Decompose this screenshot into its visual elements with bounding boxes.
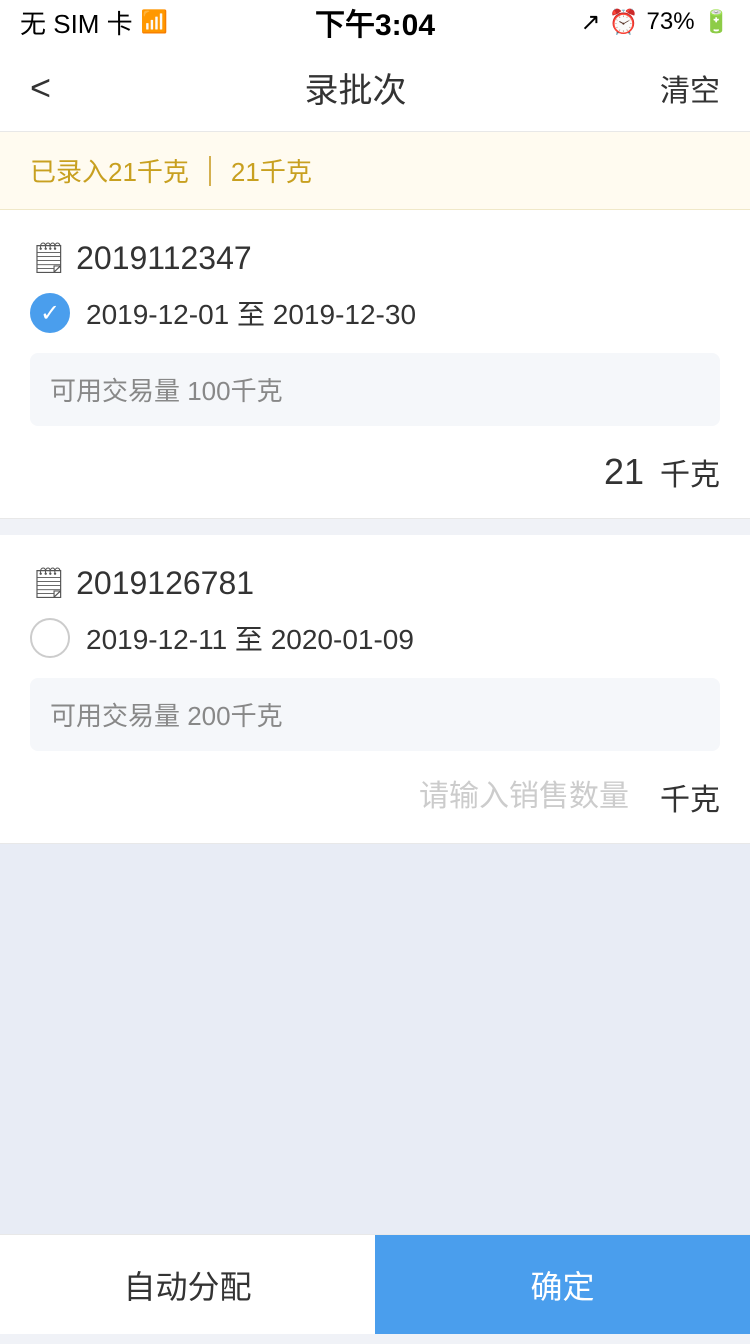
wifi-icon: 📶	[141, 9, 168, 35]
item-input-row-2: 千克	[0, 751, 750, 844]
item-id-1: 2019112347	[76, 240, 252, 277]
item-date-row-1: 2019-12-01 至 2019-12-30	[30, 293, 720, 333]
item-header-2: 🗒 2019126781	[30, 565, 720, 602]
quantity-input-2[interactable]	[344, 780, 644, 814]
battery-text: 73%	[647, 8, 695, 36]
status-left: 无 SIM 卡 📶	[20, 4, 168, 41]
status-bar: 无 SIM 卡 📶 下午3:04 ↗ ⏰ 73% 🔋	[0, 0, 750, 44]
clear-button[interactable]: 清空	[660, 66, 720, 110]
item-card-1: 🗒 2019112347 2019-12-01 至 2019-12-30 可用交…	[0, 210, 750, 519]
radio-unselected-2[interactable]	[30, 618, 70, 658]
summary-label: 已录入21千克	[30, 152, 189, 189]
card-separator-1	[0, 519, 750, 535]
battery-icon: 🔋	[703, 9, 730, 35]
status-time: 下午3:04	[315, 0, 435, 44]
radio-selected-1[interactable]	[30, 293, 70, 333]
item-quantity-row-1: 21 千克	[0, 426, 750, 519]
item-availability-2: 可用交易量 200千克	[30, 678, 720, 751]
summary-divider	[209, 156, 211, 186]
no-sim-text: 无 SIM 卡	[20, 4, 133, 41]
page-title: 录批次	[305, 63, 407, 112]
item-id-icon-2: 🗒	[30, 566, 68, 601]
nav-bar: < 录批次 清空	[0, 44, 750, 132]
empty-area	[0, 844, 750, 1244]
item-availability-1: 可用交易量 100千克	[30, 353, 720, 426]
confirm-button[interactable]: 确定	[375, 1235, 750, 1334]
item-quantity-value-1: 21	[604, 451, 644, 493]
item-id-icon-1: 🗒	[30, 241, 68, 276]
item-quantity-unit-1: 千克	[660, 450, 720, 494]
back-button[interactable]: <	[30, 67, 51, 109]
main-content: 🗒 2019112347 2019-12-01 至 2019-12-30 可用交…	[0, 210, 750, 1344]
summary-bar: 已录入21千克 21千克	[0, 132, 750, 210]
item-input-unit-2: 千克	[660, 775, 720, 819]
gps-icon: ↗	[581, 8, 601, 37]
summary-value: 21千克	[231, 152, 312, 189]
item-date-2: 2019-12-11 至 2020-01-09	[86, 618, 414, 658]
item-header-1: 🗒 2019112347	[30, 240, 720, 277]
status-right: ↗ ⏰ 73% 🔋	[581, 8, 730, 37]
alarm-icon: ⏰	[609, 8, 639, 37]
bottom-bar: 自动分配 确定	[0, 1234, 750, 1334]
item-card-2: 🗒 2019126781 2019-12-11 至 2020-01-09 可用交…	[0, 535, 750, 844]
item-date-1: 2019-12-01 至 2019-12-30	[86, 293, 416, 333]
item-date-row-2: 2019-12-11 至 2020-01-09	[30, 618, 720, 658]
auto-distribute-button[interactable]: 自动分配	[0, 1235, 375, 1334]
item-id-2: 2019126781	[76, 565, 254, 602]
